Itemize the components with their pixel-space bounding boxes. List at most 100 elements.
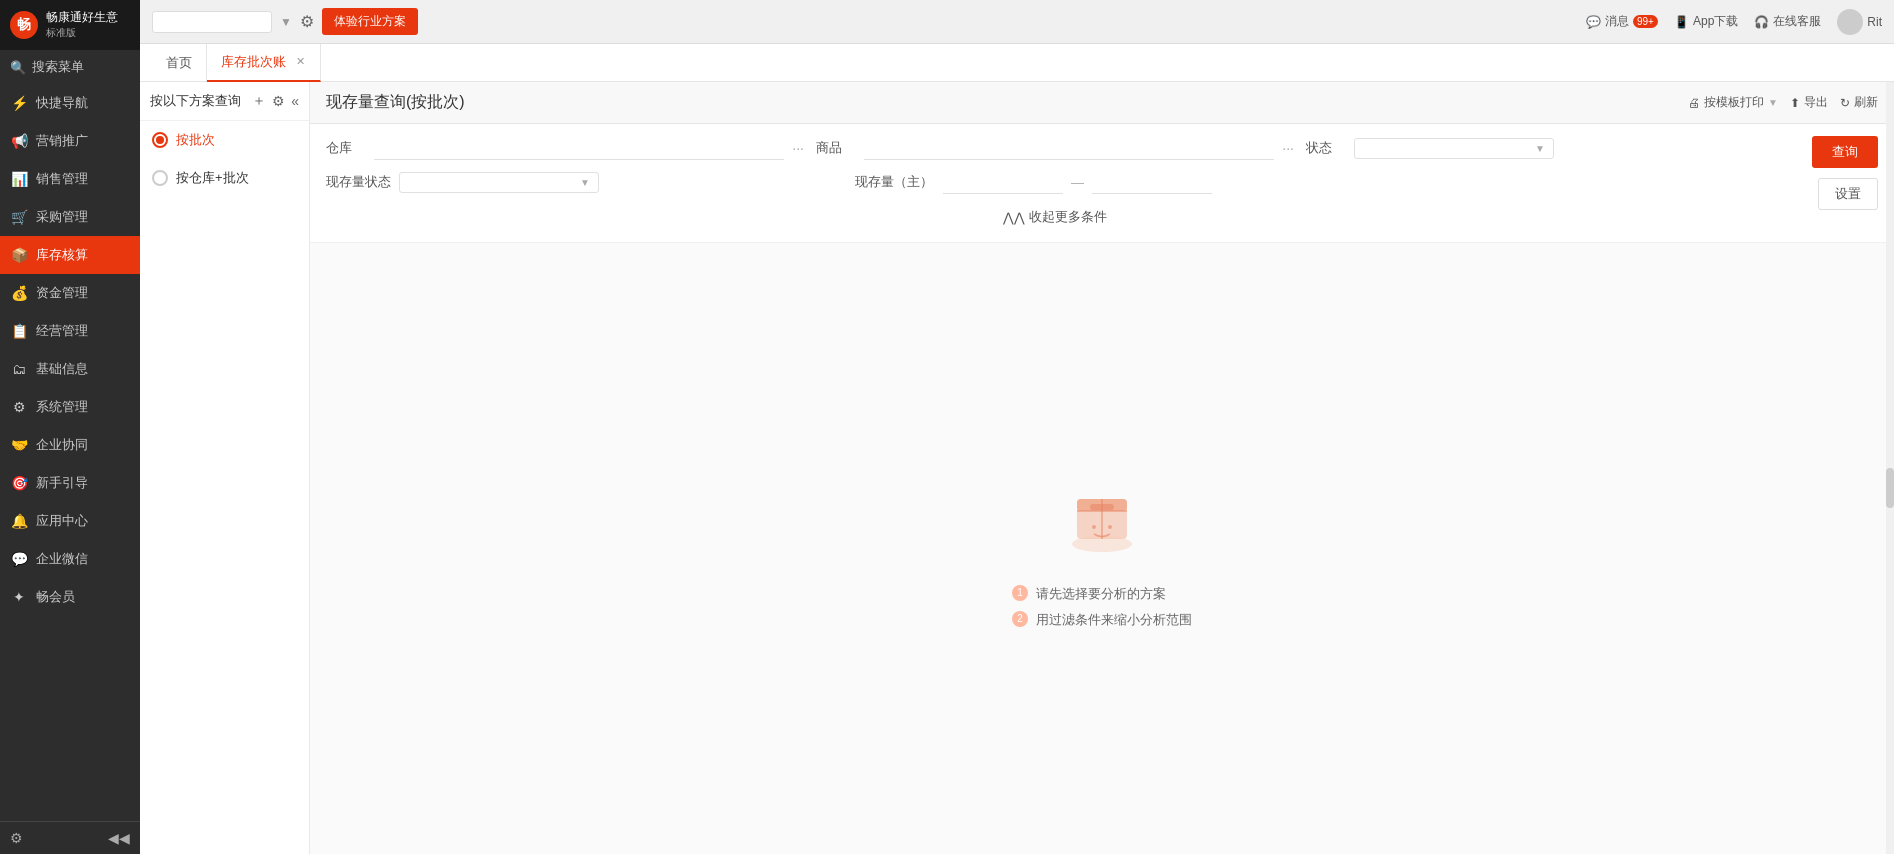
close-tab-icon[interactable]: ✕ — [296, 55, 305, 68]
product-dots[interactable]: ··· — [1282, 140, 1294, 156]
warehouse-field: 仓库 ··· — [326, 136, 804, 160]
empty-tip: 2 用过滤条件来缩小分析范围 — [1012, 611, 1192, 629]
sidebar-item-quick-nav[interactable]: ⚡ 快捷导航 — [0, 84, 140, 122]
tab-close-btn[interactable]: ✕ — [292, 55, 306, 69]
collapse-panel-btn[interactable]: « — [291, 93, 299, 109]
refresh-btn[interactable]: ↻ 刷新 — [1840, 94, 1878, 111]
right-scrollbar[interactable] — [1886, 82, 1894, 854]
print-chevron-icon: ▼ — [1768, 97, 1778, 108]
page-title: 现存量查询(按批次) — [326, 92, 465, 113]
headset-icon: 🎧 — [1754, 15, 1769, 29]
batch-account-tab-label: 库存批次账 — [221, 53, 286, 71]
filter-area: 仓库 ··· 商品 ··· — [310, 124, 1894, 243]
collapse-sidebar-icon[interactable]: ◀◀ — [108, 830, 130, 846]
export-btn[interactable]: ⬆ 导出 — [1790, 94, 1828, 111]
sidebar-item-system[interactable]: ⚙ 系统管理 — [0, 388, 140, 426]
tip-text: 请先选择要分析的方案 — [1036, 585, 1166, 603]
app-subtitle: 标准版 — [46, 26, 118, 40]
scheme-item-by-warehouse-batch[interactable]: 按仓库+批次 — [140, 159, 309, 197]
print-icon: 🖨 — [1688, 96, 1700, 110]
user-profile-btn[interactable]: Rit — [1837, 9, 1882, 35]
tip-text: 用过滤条件来缩小分析范围 — [1036, 611, 1192, 629]
right-panel: 现存量查询(按批次) 🖨 按模板打印 ▼ ⬆ 导出 ↻ 刷新 — [310, 82, 1894, 854]
app-info: 畅康通好生意 标准版 — [46, 10, 118, 40]
inventory-qty-to-input[interactable] — [1092, 170, 1212, 194]
warehouse-dots[interactable]: ··· — [792, 140, 804, 156]
scheme-item-by-batch[interactable]: 按批次 — [140, 121, 309, 159]
sidebar-item-inventory[interactable]: 📦 库存核算 — [0, 236, 140, 274]
query-btn[interactable]: 查询 — [1812, 136, 1878, 168]
tab-home[interactable]: 首页 — [152, 44, 207, 82]
inventory-status-select[interactable]: ▼ — [399, 172, 599, 193]
topbar-search-input[interactable] — [152, 11, 272, 33]
sidebar-nav: ⚡ 快捷导航 📢 营销推广 📊 销售管理 🛒 采购管理 📦 库存核算 💰 资金管… — [0, 84, 140, 616]
settings-btn[interactable]: 设置 — [1818, 178, 1878, 210]
filter-row-2: 现存量状态 ▼ 现存量（主） — — [326, 170, 1784, 194]
sidebar-item-purchase[interactable]: 🛒 采购管理 — [0, 198, 140, 236]
sidebar-item-label: 采购管理 — [36, 208, 88, 226]
message-btn[interactable]: 💬 消息 99+ — [1586, 13, 1658, 30]
sidebar-item-label: 新手引导 — [36, 474, 88, 492]
sidebar-item-app-center[interactable]: 🔔 应用中心 — [0, 502, 140, 540]
print-btn[interactable]: 🖨 按模板打印 ▼ — [1688, 94, 1778, 111]
warehouse-label: 仓库 — [326, 139, 366, 157]
sidebar-item-newbie[interactable]: 🎯 新手引导 — [0, 464, 140, 502]
sidebar-item-basic[interactable]: 🗂 基础信息 — [0, 350, 140, 388]
svg-point-7 — [1108, 525, 1112, 529]
sidebar-item-sales[interactable]: 📊 销售管理 — [0, 160, 140, 198]
sidebar-item-label: 销售管理 — [36, 170, 88, 188]
add-scheme-btn[interactable]: ＋ — [252, 92, 266, 110]
inventory-icon: 📦 — [10, 246, 28, 264]
app-center-icon: 🔔 — [10, 512, 28, 530]
home-tab-label: 首页 — [166, 54, 192, 72]
sidebar-item-label: 经营管理 — [36, 322, 88, 340]
left-panel-actions: ＋ ⚙ « — [252, 92, 299, 110]
scheme-label: 按仓库+批次 — [176, 169, 249, 187]
sidebar-search[interactable]: 🔍 搜索菜单 — [0, 50, 140, 84]
status-chevron-icon: ▼ — [1535, 143, 1545, 154]
scheme-query-label: 按以下方案查询 — [150, 92, 241, 110]
sidebar-item-member[interactable]: ✦ 畅会员 — [0, 578, 140, 616]
sidebar-item-label: 资金管理 — [36, 284, 88, 302]
search-icon: 🔍 — [10, 60, 26, 75]
left-panel: 按以下方案查询 ＋ ⚙ « 按批次 按仓库+批次 — [140, 82, 310, 854]
online-service-btn[interactable]: 🎧 在线客服 — [1754, 13, 1821, 30]
tip-number: 2 — [1012, 611, 1028, 627]
wechat-icon: 💬 — [10, 550, 28, 568]
filter-actions: 查询 设置 — [1812, 136, 1878, 210]
empty-tip: 1 请先选择要分析的方案 — [1012, 585, 1192, 603]
settings-footer-icon[interactable]: ⚙ — [10, 830, 23, 846]
app-logo: 畅 — [10, 11, 38, 39]
basic-icon: 🗂 — [10, 360, 28, 378]
sidebar-item-label: 基础信息 — [36, 360, 88, 378]
sidebar-item-wechat[interactable]: 💬 企业微信 — [0, 540, 140, 578]
collapse-more-btn[interactable]: ⋀⋀ 收起更多条件 — [995, 204, 1115, 230]
product-label: 商品 — [816, 139, 856, 157]
sidebar-item-label: 畅会员 — [36, 588, 75, 606]
marketing-icon: 📢 — [10, 132, 28, 150]
sidebar-item-operations[interactable]: 📋 经营管理 — [0, 312, 140, 350]
sidebar-item-enterprise[interactable]: 🤝 企业协同 — [0, 426, 140, 464]
message-icon: 💬 — [1586, 15, 1601, 29]
warehouse-input[interactable] — [374, 136, 784, 160]
topbar-chevron-icon[interactable]: ▼ — [280, 15, 292, 29]
sidebar-scroll: 🔍 搜索菜单 ⚡ 快捷导航 📢 营销推广 📊 销售管理 🛒 采购管理 📦 库存核… — [0, 50, 140, 821]
member-icon: ✦ — [10, 588, 28, 606]
status-select[interactable]: ▼ — [1354, 138, 1554, 159]
experience-btn[interactable]: 体验行业方案 — [322, 8, 418, 35]
inventory-qty-from-input[interactable] — [943, 170, 1063, 194]
app-download-btn[interactable]: 📱 App下载 — [1674, 13, 1738, 30]
sidebar-item-finance[interactable]: 💰 资金管理 — [0, 274, 140, 312]
topbar-gear-icon[interactable]: ⚙ — [300, 12, 314, 31]
tab-batch-account[interactable]: 库存批次账 ✕ — [207, 44, 321, 82]
left-panel-header: 按以下方案查询 ＋ ⚙ « — [140, 82, 309, 121]
sidebar-item-label: 库存核算 — [36, 246, 88, 264]
scheme-settings-btn[interactable]: ⚙ — [272, 93, 285, 109]
topbar-right: 💬 消息 99+ 📱 App下载 🎧 在线客服 Rit — [1586, 9, 1882, 35]
inventory-status-chevron-icon: ▼ — [580, 177, 590, 188]
sidebar-item-marketing[interactable]: 📢 营销推广 — [0, 122, 140, 160]
sales-icon: 📊 — [10, 170, 28, 188]
page-header-actions: 🖨 按模板打印 ▼ ⬆ 导出 ↻ 刷新 — [1688, 94, 1878, 111]
product-input[interactable] — [864, 136, 1274, 160]
app-download-icon: 📱 — [1674, 15, 1689, 29]
